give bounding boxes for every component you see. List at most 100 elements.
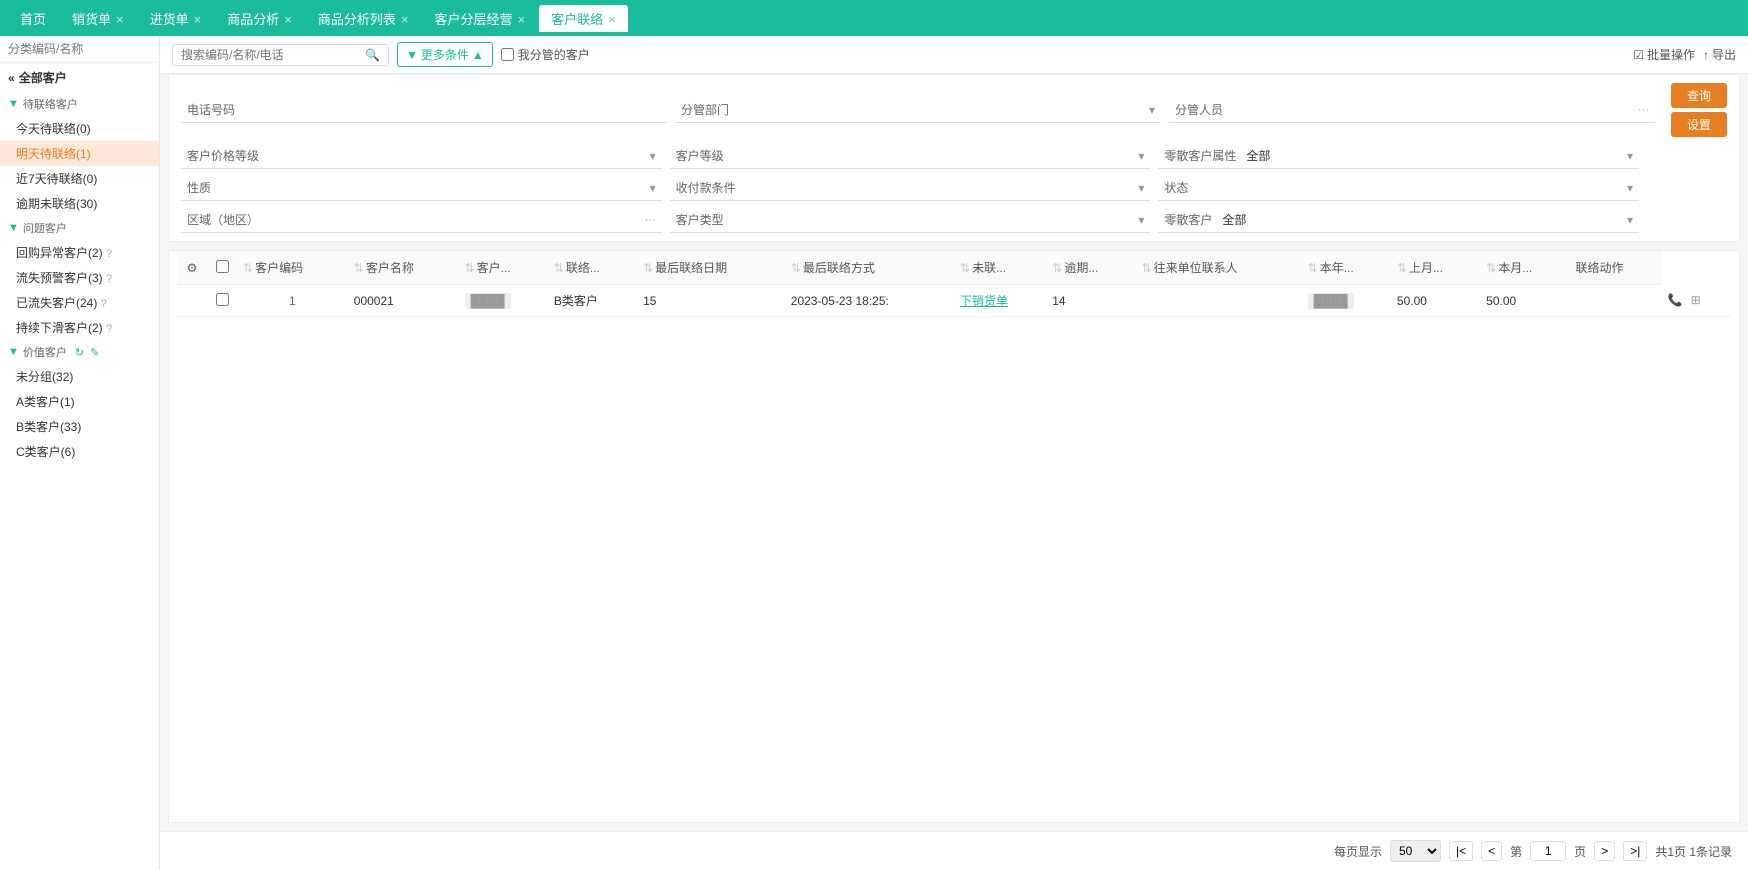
sidebar-group-problem[interactable]: ▼ 问题客户 [0,216,159,240]
close-analysis-list-icon[interactable]: × [401,12,409,27]
sort-lastmonth-icon[interactable]: ⇅ [1397,261,1407,275]
table-wrapper: ⚙ ⇅客户编码 ⇅客户名称 ⇅客户... [168,250,1740,823]
sidebar-search-input[interactable] [8,42,160,56]
customer-level-dropdown-icon[interactable]: ▾ [1138,149,1144,163]
col-customer-name: ⇅客户名称 [348,251,459,285]
per-page-select[interactable]: 50 100 200 [1390,840,1441,862]
close-customer-tier-icon[interactable]: × [517,12,525,27]
nature-dropdown-icon[interactable]: ▾ [650,181,656,195]
close-customer-contact-icon[interactable]: × [608,12,616,27]
my-customers-checkbox[interactable]: 我分管的客户 [501,46,590,63]
sort-code-icon[interactable]: ⇅ [243,261,253,275]
row-overdue [1136,285,1302,317]
sidebar-item-ungrouped[interactable]: 未分组(32) [0,364,159,389]
nav-item-purchase[interactable]: 进货单× [138,5,214,32]
customer-type-dropdown-icon[interactable]: ▾ [1138,213,1144,227]
filter-region: 区域（地区） ··· [181,207,662,233]
content-area: 🔍 ▼ 更多条件 ▲ 我分管的客户 ☑ 批量操作 ↑ 导出 [160,36,1748,870]
nav-item-sales[interactable]: 销货单× [60,5,136,32]
last-page-button[interactable]: >| [1623,841,1647,861]
price-tier-dropdown-icon[interactable]: ▾ [650,149,656,163]
status-dropdown-icon[interactable]: ▾ [1627,181,1633,195]
more-filter-button[interactable]: ▼ 更多条件 ▲ [397,42,493,67]
export-button[interactable]: ↑ 导出 [1703,46,1736,63]
customer-level-input[interactable] [730,149,1139,163]
prev-page-button[interactable]: < [1481,841,1502,861]
row-checkbox[interactable] [216,293,229,306]
sort-uncontacted-icon[interactable]: ⇅ [960,261,970,275]
sidebar-item-class-a[interactable]: A类客户(1) [0,389,159,414]
collapse-icon: « [8,71,15,85]
next-page-button[interactable]: > [1594,841,1615,861]
retail-attr-dropdown-icon[interactable]: ▾ [1627,149,1633,163]
batch-operation-button[interactable]: ☑ 批量操作 [1633,46,1695,63]
nav-item-customer-tier[interactable]: 客户分层经营× [422,5,537,32]
phone-input[interactable] [241,103,661,117]
sidebar-item-today-contact[interactable]: 今天待联络(0) [0,116,159,141]
settings-button[interactable]: 设置 [1671,112,1727,137]
sidebar-item-abnormal-repurchase[interactable]: 回购异常客户(2) ? [0,240,159,265]
search-input[interactable] [181,48,361,62]
sort-contact-icon[interactable]: ⇅ [554,261,564,275]
region-more-icon[interactable]: ··· [645,214,656,226]
nav-item-product-analysis[interactable]: 商品分析× [215,5,304,32]
sort-method-icon[interactable]: ⇅ [791,261,801,275]
close-analysis-icon[interactable]: × [284,12,292,27]
retail-customer-dropdown-icon[interactable]: ▾ [1627,213,1633,227]
nav-item-home[interactable]: 首页 [8,5,58,32]
query-button[interactable]: 查询 [1671,83,1727,108]
sidebar-item-churned[interactable]: 已流失客户(24) ? [0,290,159,315]
sort-date-icon[interactable]: ⇅ [643,261,653,275]
person-input[interactable] [1229,103,1638,117]
last-method-link[interactable]: 下销货单 [960,294,1008,308]
dept-dropdown-icon[interactable]: ▾ [1149,103,1155,117]
person-more-icon[interactable]: ··· [1638,104,1649,116]
sidebar-item-overdue-contact[interactable]: 逾期未联络(30) [0,191,159,216]
sort-year-icon[interactable]: ⇅ [1308,261,1318,275]
triangle-icon-pending: ▼ [8,98,19,110]
sidebar-item-declining[interactable]: 持续下滑客户(2) ? [0,315,159,340]
filter-retail-customer: 零散客户 全部 ▾ [1158,207,1639,233]
page-unit: 页 [1574,843,1586,860]
payment-terms-dropdown-icon[interactable]: ▾ [1138,181,1144,195]
col-gear: ⚙ [177,251,207,285]
payment-terms-input[interactable] [742,181,1139,195]
sort-unit-icon[interactable]: ⇅ [1142,261,1152,275]
sort-overdue-icon[interactable]: ⇅ [1052,261,1062,275]
nav-item-customer-contact[interactable]: 客户联络× [539,5,628,32]
search-icon[interactable]: 🔍 [365,48,380,62]
sort-name-icon[interactable]: ⇅ [354,261,364,275]
sort-thismonth-icon[interactable]: ⇅ [1486,261,1496,275]
sidebar-item-class-c[interactable]: C类客户(6) [0,439,159,464]
sidebar-group-pending[interactable]: ▼ 待联络客户 [0,92,159,116]
sidebar-item-tomorrow-contact[interactable]: 明天待联络(1) [0,141,159,166]
price-tier-input[interactable] [265,149,650,163]
customer-type-input[interactable] [730,213,1139,227]
toolbar-search-box: 🔍 [172,44,389,66]
page-number-input[interactable] [1530,841,1566,861]
row-last-month: 50.00 [1480,285,1569,317]
sidebar-group-value[interactable]: ▼ 价值客户 ↻ ✎ [0,340,159,364]
edit-value-icon[interactable]: ✎ [90,346,99,359]
select-all-checkbox[interactable] [216,260,229,273]
row-num: 1 [237,285,348,317]
first-page-button[interactable]: |< [1449,841,1473,861]
sidebar-item-class-b[interactable]: B类客户(33) [0,414,159,439]
gear-icon[interactable]: ⚙ [187,261,198,275]
phone-action-icon[interactable]: 📞 [1668,293,1683,307]
nature-input[interactable] [217,181,650,195]
grid-action-icon[interactable]: ⊞ [1691,293,1701,307]
close-sales-icon[interactable]: × [116,12,124,27]
my-customers-check[interactable] [501,48,514,61]
close-purchase-icon[interactable]: × [194,12,202,27]
region-input[interactable] [265,213,645,227]
col-customer-type: ⇅客户... [459,251,548,285]
sidebar-item-churn-warning[interactable]: 流失预警客户(3) ? [0,265,159,290]
sidebar-item-7days-contact[interactable]: 近7天待联络(0) [0,166,159,191]
status-input[interactable] [1194,181,1627,195]
sidebar-all-customers[interactable]: « 全部客户 [0,63,159,92]
sort-type-icon[interactable]: ⇅ [465,261,475,275]
nav-item-product-analysis-list[interactable]: 商品分析列表× [306,5,421,32]
refresh-value-icon[interactable]: ↻ [75,346,84,359]
dept-input[interactable] [735,103,1149,117]
